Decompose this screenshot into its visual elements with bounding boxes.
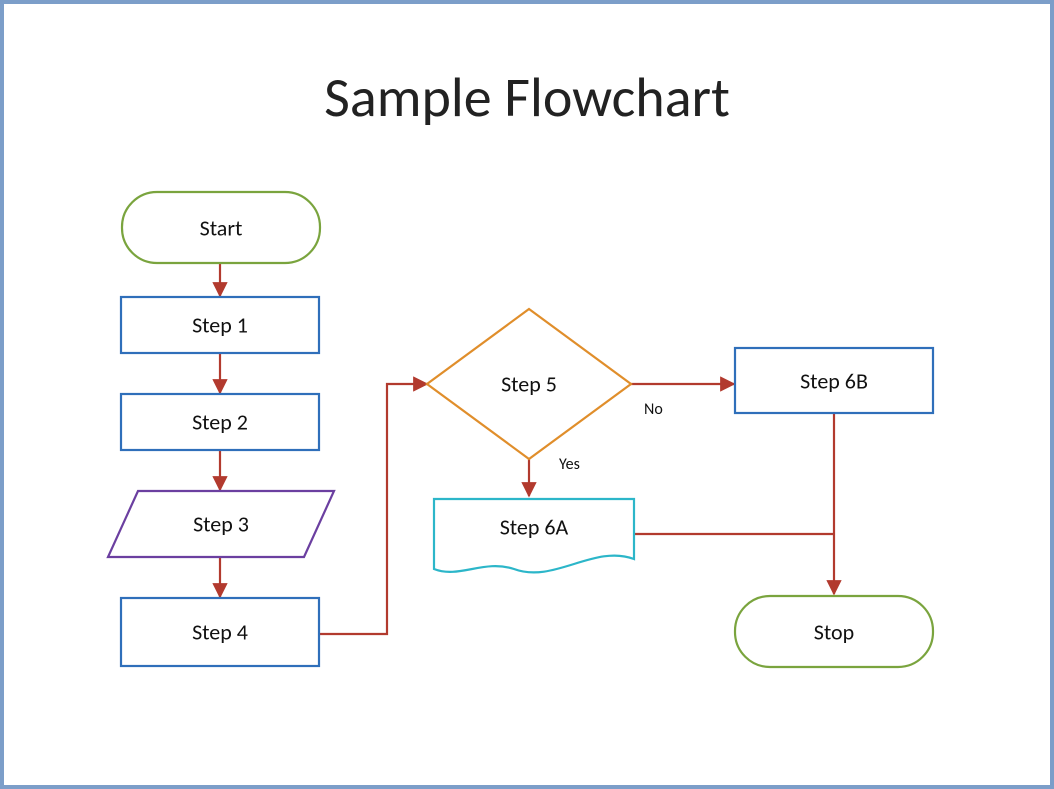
node-step2: Step 2 [121,394,319,450]
node-step2-label: Step 2 [192,408,248,435]
slide-frame: Sample Flowchart No Yes [0,0,1054,789]
node-step1-label: Step 1 [192,311,248,338]
node-step6a: Step 6A [434,499,634,572]
node-step3-label: Step 3 [193,510,249,537]
edge-label-yes: Yes [559,455,580,474]
node-step5-label: Step 5 [501,370,557,397]
node-step1: Step 1 [121,297,319,353]
node-step6b: Step 6B [735,348,933,413]
node-step4-label: Step 4 [192,618,248,645]
node-stop: Stop [735,596,933,667]
node-step3: Step 3 [108,491,334,557]
node-start: Start [122,192,320,263]
node-step5: Step 5 [427,309,631,459]
flowchart-canvas: No Yes Start Step 1 Step 2 Step 3 Step 4 [4,4,1050,785]
node-stop-label: Stop [814,618,854,645]
edge-step4-step5 [319,384,427,634]
node-step4: Step 4 [121,598,319,666]
node-step6b-label: Step 6B [800,367,868,394]
node-step6a-label: Step 6A [500,513,569,540]
node-start-label: Start [200,214,243,241]
edge-label-no: No [644,400,663,419]
